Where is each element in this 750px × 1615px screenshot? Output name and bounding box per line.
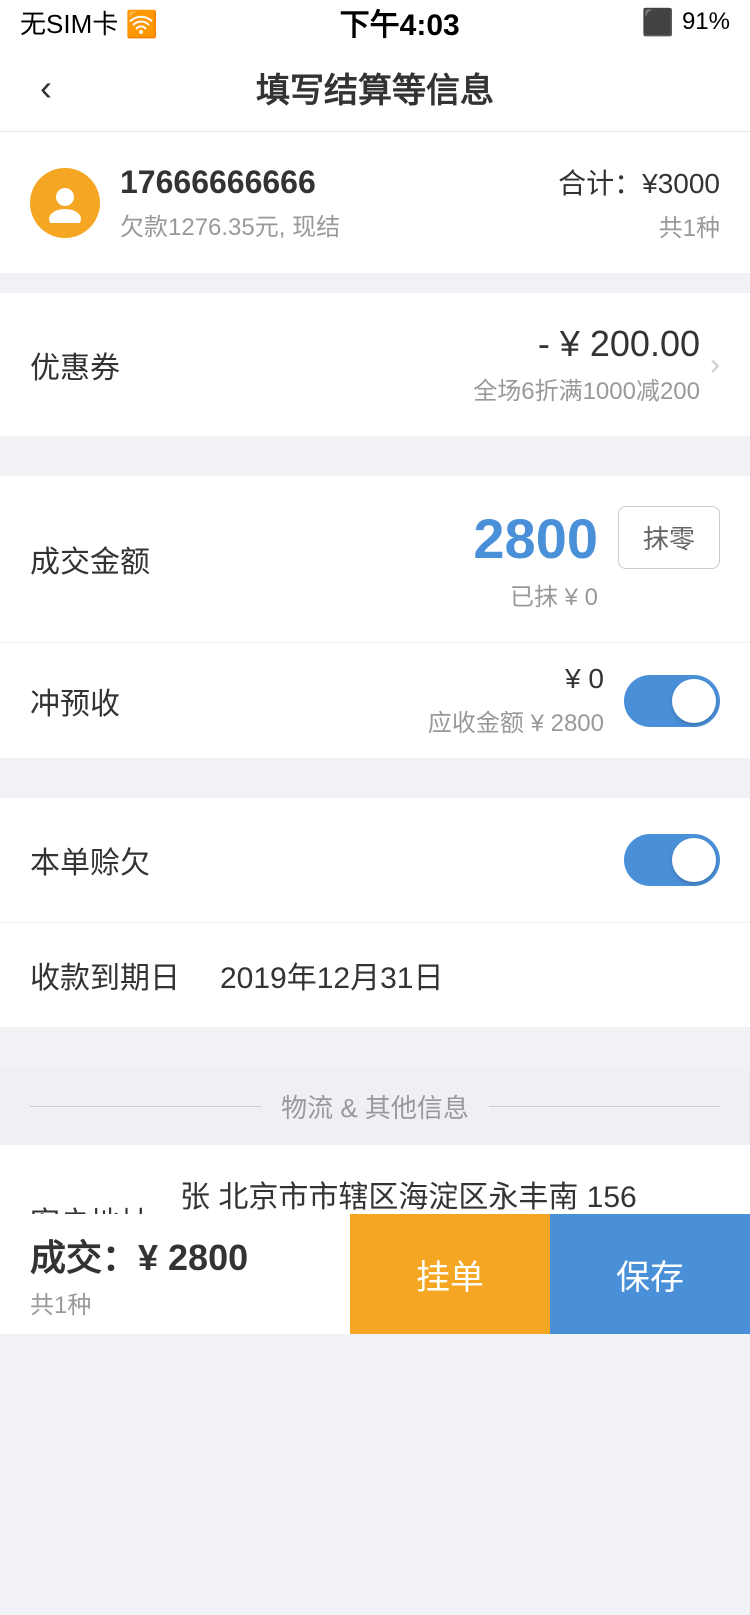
due-date-value: 2019年12月31日: [220, 953, 443, 997]
deal-amount-label: 成交金额: [30, 537, 150, 581]
coupon-desc: 全场6折满1000减200: [473, 371, 700, 406]
page-title: 填写结算等信息: [256, 63, 494, 112]
hang-button[interactable]: 挂单: [350, 1214, 550, 1334]
separator-2: [0, 778, 750, 798]
status-bar: 无SIM卡 🛜 下午4:03 ⬛ 91%: [0, 0, 750, 44]
bottom-count: 共1种: [30, 1285, 320, 1320]
battery-icon: ⬛: [642, 7, 674, 38]
coupon-row[interactable]: 优惠券 - ¥ 200.00 全场6折满1000减200 ›: [0, 293, 750, 436]
divider-line-right: [489, 1106, 720, 1107]
chong-label: 冲预收: [30, 679, 120, 723]
separator-1: [0, 456, 750, 476]
avatar-icon: [45, 183, 85, 223]
avatar: [30, 168, 100, 238]
due-date-label: 收款到期日: [30, 953, 180, 997]
back-button[interactable]: ‹: [30, 57, 62, 119]
coupon-section: 优惠券 - ¥ 200.00 全场6折满1000减200 ›: [0, 293, 750, 436]
bottom-summary: 成交：¥ 2800 共1种: [0, 1229, 350, 1320]
total-count: 共1种: [558, 208, 720, 243]
chong-sub: 应收金额 ¥ 2800: [428, 703, 604, 738]
coupon-amount: - ¥ 200.00: [538, 323, 700, 365]
deal-section: 成交金额 2800 已抹 ¥ 0 抹零 冲预收 ¥ 0 应收金额 ¥ 2800: [0, 476, 750, 758]
coupon-right: - ¥ 200.00 全场6折满1000减200 ›: [473, 323, 720, 406]
toggle-knob: [672, 679, 716, 723]
user-phone: 17666666666: [120, 164, 340, 201]
chong-row: 冲预收 ¥ 0 应收金额 ¥ 2800: [0, 643, 750, 758]
coupon-value: - ¥ 200.00 全场6折满1000减200: [473, 323, 700, 406]
deal-amount-right: 2800 已抹 ¥ 0: [473, 506, 598, 612]
debt-section: 本单赊欠 收款到期日 2019年12月31日: [0, 798, 750, 1028]
chevron-right-icon: ›: [710, 348, 720, 382]
user-card: 17666666666 欠款1276.35元, 现结 合计：¥3000 共1种: [0, 132, 750, 273]
deal-amount-row: 成交金额 2800 已抹 ¥ 0 抹零: [0, 476, 750, 643]
deal-amount-sub: 已抹 ¥ 0: [510, 577, 598, 612]
logistics-divider: 物流 & 其他信息: [0, 1068, 750, 1145]
debt-row: 本单赊欠: [0, 798, 750, 923]
main-content: 17666666666 欠款1276.35元, 现结 合计：¥3000 共1种 …: [0, 132, 750, 1615]
nav-bar: ‹ 填写结算等信息: [0, 44, 750, 132]
round-zero-button[interactable]: 抹零: [618, 506, 720, 569]
debt-toggle[interactable]: [624, 834, 720, 886]
debt-toggle-knob: [672, 838, 716, 882]
user-left: 17666666666 欠款1276.35元, 现结: [30, 164, 340, 242]
due-date-row: 收款到期日 2019年12月31日: [0, 923, 750, 1028]
sim-status: 无SIM卡 🛜: [20, 4, 158, 41]
logistics-label: 物流 & 其他信息: [281, 1088, 469, 1125]
bottom-bar: 成交：¥ 2800 共1种 挂单 保存: [0, 1214, 750, 1334]
chong-value: ¥ 0 应收金额 ¥ 2800: [428, 663, 604, 738]
deal-amount-number: 2800: [473, 506, 598, 571]
status-right: ⬛ 91%: [642, 7, 730, 38]
chong-toggle[interactable]: [624, 675, 720, 727]
save-button[interactable]: 保存: [550, 1214, 750, 1334]
separator-3: [0, 1048, 750, 1068]
divider-line-left: [30, 1106, 261, 1107]
debt-label: 本单赊欠: [30, 838, 150, 882]
chong-amount: ¥ 0: [565, 663, 604, 695]
battery-level: 91%: [682, 8, 730, 36]
user-debt: 欠款1276.35元, 现结: [120, 207, 340, 242]
bottom-deal-label: 成交：¥ 2800: [30, 1229, 320, 1281]
status-time: 下午4:03: [340, 0, 460, 44]
coupon-label: 优惠券: [30, 343, 120, 387]
chong-right: ¥ 0 应收金额 ¥ 2800: [428, 663, 720, 738]
status-left: 无SIM卡 🛜: [20, 4, 158, 41]
user-info: 17666666666 欠款1276.35元, 现结: [120, 164, 340, 242]
user-right: 合计：¥3000 共1种: [558, 162, 720, 243]
total-price: 合计：¥3000: [558, 162, 720, 202]
